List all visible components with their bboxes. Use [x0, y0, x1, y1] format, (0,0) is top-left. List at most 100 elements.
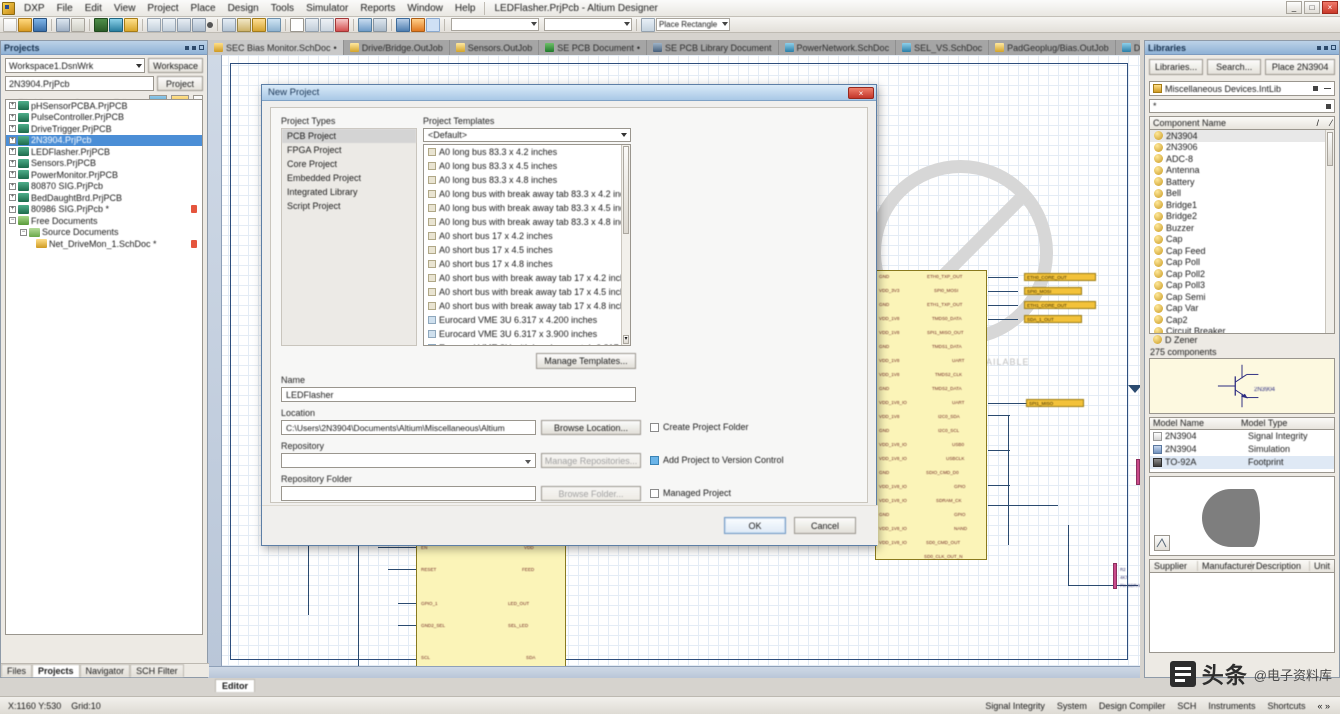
model-row-selected[interactable]: TO-92A Footprint — [1150, 455, 1334, 469]
tree-item[interactable]: + Sensors.PrjPCB — [6, 158, 202, 170]
library-selector[interactable]: Miscellaneous Devices.IntLib — [1149, 81, 1335, 96]
place-part-icon[interactable] — [222, 17, 236, 32]
column-config-icon[interactable]: ⁄ — [1330, 118, 1332, 128]
expand-icon[interactable]: + — [9, 182, 16, 190]
status-sch[interactable]: SCH — [1177, 701, 1196, 711]
template-item[interactable]: A0 long bus with break away tab 83.3 x 4… — [424, 187, 630, 201]
managed-project-row[interactable]: Managed Project — [650, 488, 731, 498]
workspace-button[interactable]: Workspace — [148, 58, 203, 73]
ok-button[interactable]: OK — [724, 517, 786, 534]
status-overflow-icon[interactable]: « » — [1317, 701, 1330, 711]
panel-pin-icon[interactable] — [1324, 45, 1328, 50]
expand-icon[interactable]: + — [9, 171, 16, 179]
document-tab[interactable]: SE PCB Library Document — [647, 40, 779, 55]
scroll-down-icon[interactable]: ▾ — [623, 335, 629, 344]
project-type-item[interactable]: Core Project — [282, 157, 416, 171]
managed-project-checkbox[interactable] — [650, 488, 659, 498]
place-combo[interactable]: Place Rectangle — [656, 18, 730, 31]
status-instruments[interactable]: Instruments — [1208, 701, 1255, 711]
template-item[interactable]: A0 short bus with break away tab 17 x 4.… — [424, 285, 630, 299]
resistor-r2[interactable] — [1113, 563, 1117, 589]
resistor-r1[interactable] — [1136, 459, 1140, 485]
library-icon[interactable] — [124, 17, 138, 32]
menu-tools[interactable]: Tools — [265, 1, 300, 16]
close-icon[interactable]: × — [1322, 1, 1338, 14]
template-item[interactable]: A0 long bus 83.3 x 4.5 inches — [424, 159, 630, 173]
sort-indicator-icon[interactable]: / — [1316, 118, 1319, 128]
location-input[interactable]: C:\Users\2N3904\Documents\Altium\Miscell… — [281, 420, 536, 435]
component-list-scrollbar[interactable] — [1325, 130, 1334, 333]
model-list[interactable]: 2N3904 Signal Integrity 2N3904 Simulatio… — [1149, 428, 1335, 473]
expand-icon[interactable]: + — [9, 136, 16, 144]
component-list-item[interactable]: Bridge1 — [1150, 199, 1334, 211]
net-label[interactable]: ETH1_CORE_OUT — [1024, 301, 1096, 309]
menu-design[interactable]: Design — [222, 1, 265, 16]
name-input[interactable]: LEDFlasher — [281, 387, 636, 402]
cancel-button[interactable]: Cancel — [794, 517, 856, 534]
project-templates-list[interactable]: A0 long bus 83.3 x 4.2 inches A0 long bu… — [423, 144, 631, 346]
menu-view[interactable]: View — [108, 1, 142, 16]
project-button[interactable]: Project — [157, 76, 203, 91]
component-list-item[interactable]: 2N3904 — [1150, 130, 1334, 142]
component-list-item[interactable]: Cap Semi — [1150, 291, 1334, 303]
document-tab[interactable]: Drive/Bridge.OutJob — [344, 40, 450, 55]
repository-combo[interactable] — [281, 453, 536, 468]
template-item[interactable]: A0 long bus with break away tab 83.3 x 4… — [424, 201, 630, 215]
menu-project[interactable]: Project — [141, 1, 184, 16]
template-item[interactable]: A0 long bus 83.3 x 4.8 inches — [424, 173, 630, 187]
tab-files[interactable]: Files — [1, 664, 33, 677]
component-list-item[interactable]: Circuit Breaker — [1150, 326, 1334, 333]
place-netlabel-icon[interactable] — [267, 17, 281, 32]
template-item[interactable]: Eurocard VME 3U 6.317 x 3.900 inches — [424, 327, 630, 341]
net-label[interactable]: ETH0_CORE_OUT — [1024, 273, 1096, 281]
expand-icon[interactable]: + — [9, 125, 16, 133]
browse-location-button[interactable]: Browse Location... — [541, 420, 641, 435]
document-tab[interactable]: PadGeoplug/Bias.OutJob — [989, 40, 1116, 55]
component-list-item[interactable]: Cap Var — [1150, 303, 1334, 315]
toolbar-combo-1[interactable] — [451, 18, 539, 31]
menu-file[interactable]: File — [51, 1, 79, 16]
expand-icon[interactable]: + — [9, 205, 16, 213]
toolbar-combo-2[interactable] — [544, 18, 632, 31]
zoom-out-icon[interactable] — [177, 17, 191, 32]
workspace-combo[interactable]: Workspace1.DsnWrk — [5, 58, 146, 73]
expand-icon[interactable]: + — [9, 159, 16, 167]
tree-item[interactable]: − Free Documents — [6, 215, 202, 227]
tree-item[interactable]: − Source Documents — [6, 227, 202, 239]
tree-item[interactable]: + 80870 SIG.PrjPcb — [6, 181, 202, 193]
status-shortcuts[interactable]: Shortcuts — [1267, 701, 1305, 711]
expand-icon[interactable]: − — [9, 217, 16, 225]
place-component-button[interactable]: Place 2N3904 — [1265, 59, 1335, 75]
template-item[interactable]: A0 short bus with break away tab 17 x 4.… — [424, 271, 630, 285]
panel-close-icon[interactable] — [1331, 45, 1336, 50]
add-to-version-control-checkbox[interactable] — [650, 455, 659, 465]
component-list-item[interactable]: Cap Poll — [1150, 257, 1334, 269]
tree-item[interactable]: + pHSensorPCBA.PrjPCB — [6, 100, 202, 112]
tree-item[interactable]: + LEDFlasher.PrjPCB — [6, 146, 202, 158]
tab-projects[interactable]: Projects — [32, 664, 80, 677]
create-project-folder-checkbox[interactable] — [650, 422, 659, 432]
net-label[interactable]: SPI0_MOSI — [1024, 287, 1082, 295]
component-list-item[interactable]: Bridge2 — [1150, 211, 1334, 223]
component-list-item[interactable]: Cap2 — [1150, 314, 1334, 326]
expand-icon[interactable]: + — [9, 148, 16, 156]
place-port-icon[interactable] — [305, 17, 319, 32]
filter-dropdown-icon[interactable] — [1326, 104, 1331, 109]
cross-probe-icon[interactable] — [192, 17, 206, 32]
snapshot-icon[interactable] — [426, 17, 440, 32]
pcb-3d-icon[interactable] — [94, 17, 108, 32]
project-type-item[interactable]: Script Project — [282, 199, 416, 213]
place-wire-icon[interactable] — [237, 17, 251, 32]
document-tab[interactable]: SE PCB Document • — [539, 40, 647, 55]
save-icon[interactable] — [33, 17, 47, 32]
component-list-item[interactable]: Battery — [1150, 176, 1334, 188]
redo-icon[interactable] — [373, 17, 387, 32]
minimize-icon[interactable]: _ — [1286, 1, 1302, 14]
template-item[interactable]: Eurocard VME 3U 6.317 x 4.200 inches — [424, 313, 630, 327]
zoom-fit-icon[interactable] — [162, 17, 176, 32]
create-project-folder-row[interactable]: Create Project Folder — [650, 422, 749, 432]
print-preview-icon[interactable] — [71, 17, 85, 32]
repository-folder-input[interactable] — [281, 486, 536, 501]
template-item[interactable]: A0 long bus 83.3 x 4.2 inches — [424, 145, 630, 159]
project-type-item[interactable]: FPGA Project — [282, 143, 416, 157]
